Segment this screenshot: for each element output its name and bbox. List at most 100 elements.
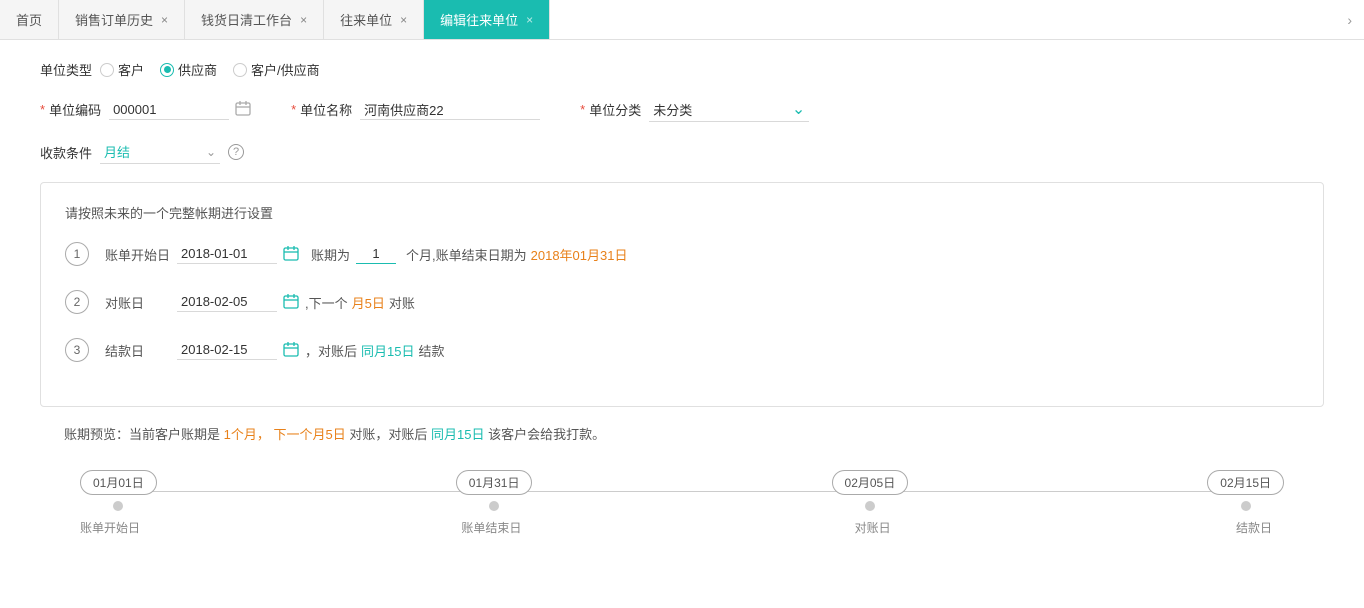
step-1-row: 1 账单开始日 账期为 个月,账单结束日期为 2018年01月31日 xyxy=(65,242,1299,266)
tl-sub-1: 账单结束日 xyxy=(461,519,521,536)
radio-customer-label: 客户 xyxy=(118,60,144,79)
radio-customer-supplier-label: 客户/供应商 xyxy=(251,60,320,79)
tab-sales-history-close[interactable]: × xyxy=(161,13,168,27)
timeline-point-2: 02月05日 xyxy=(832,470,909,511)
preview-middle: 对账，对账后 xyxy=(349,427,427,442)
unit-class-value: 未分类 xyxy=(653,100,788,119)
step-1-period-end: 2018年01月31日 xyxy=(531,245,628,264)
tl-badge-0: 01月01日 xyxy=(80,470,157,495)
payment-terms-row: 收款条件 月结 ⌄ ? xyxy=(40,140,1324,164)
unit-name-star: * xyxy=(291,102,296,117)
step-2-row: 2 对账日 ,下一个 月5日 对账 xyxy=(65,290,1299,314)
tab-cash-work-label: 钱货日清工作台 xyxy=(201,10,292,29)
tab-sales-history-label: 销售订单历史 xyxy=(75,10,153,29)
step-1-period-input[interactable] xyxy=(356,244,396,264)
preview-part2: 下一个月5日 xyxy=(274,427,346,442)
step-3-desc-highlight: 同月15日 xyxy=(361,341,414,360)
radio-supplier-circle xyxy=(160,63,174,77)
step-2-label: 对账日 xyxy=(105,293,177,312)
unit-class-arrow: ⌄ xyxy=(792,99,805,119)
unit-class-dropdown[interactable]: 未分类 ⌄ xyxy=(649,97,809,122)
radio-customer[interactable]: 客户 xyxy=(100,60,144,79)
unit-class-label: 单位分类 xyxy=(589,100,641,119)
timeline-point-3: 02月15日 xyxy=(1207,470,1284,511)
tabs-bar: 首页 销售订单历史 × 钱货日清工作台 × 往来单位 × 编辑往来单位 × › xyxy=(0,0,1364,40)
unit-type-label: 单位类型 xyxy=(40,60,92,79)
unit-name-group: * 单位名称 xyxy=(291,100,540,120)
radio-supplier[interactable]: 供应商 xyxy=(160,60,217,79)
payment-terms-value: 月结 xyxy=(104,142,202,161)
unit-name-label: 单位名称 xyxy=(300,100,352,119)
step-3-desc-suffix: 结款 xyxy=(418,341,444,360)
preview-section: 账期预览：当前客户账期是 1个月， 下一个月5日 对账，对账后 同月15日 该客… xyxy=(40,407,1324,462)
unit-code-star: * xyxy=(40,102,45,117)
tl-sub-0: 账单开始日 xyxy=(80,519,140,536)
tl-sub-3: 结款日 xyxy=(1236,519,1272,536)
unit-name-input[interactable] xyxy=(360,100,540,120)
tl-label-0: 账单开始日 xyxy=(80,519,140,536)
timeline-labels: 账单开始日 账单结束日 对账日 结款日 xyxy=(80,519,1284,536)
preview-suffix: 该客户会给我打款。 xyxy=(488,427,605,442)
unit-code-label: 单位编码 xyxy=(49,100,101,119)
timeline-point-1: 01月31日 xyxy=(456,470,533,511)
tl-label-3: 结款日 xyxy=(1224,519,1284,536)
step-1-num: 1 xyxy=(65,242,89,266)
payment-terms-label: 收款条件 xyxy=(40,143,92,162)
unit-class-star: * xyxy=(580,102,585,117)
tl-dot-1 xyxy=(489,501,499,511)
unit-class-group: * 单位分类 未分类 ⌄ xyxy=(580,97,809,122)
tl-label-1: 账单结束日 xyxy=(461,519,521,536)
timeline-point-0: 01月01日 xyxy=(80,470,157,511)
unit-code-group: * 单位编码 xyxy=(40,100,251,120)
payment-terms-help[interactable]: ? xyxy=(228,144,244,160)
tabs-arrow[interactable]: › xyxy=(1335,12,1364,28)
tl-dot-3 xyxy=(1241,501,1251,511)
tab-sales-history[interactable]: 销售订单历史 × xyxy=(59,0,185,39)
unit-code-icon[interactable] xyxy=(235,100,251,119)
code-name-class-row: * 单位编码 * 单位名称 * 单位分类 未分类 ⌄ xyxy=(40,97,1324,122)
tab-edit-partner[interactable]: 编辑往来单位 × xyxy=(424,0,550,39)
step-3-calendar-icon[interactable] xyxy=(283,341,299,360)
tl-badge-3: 02月15日 xyxy=(1207,470,1284,495)
payment-terms-select[interactable]: 月结 ⌄ xyxy=(100,140,220,164)
tab-cash-work[interactable]: 钱货日清工作台 × xyxy=(185,0,324,39)
page-content: 单位类型 客户 供应商 客户/供应商 * 单位编码 xyxy=(0,40,1364,608)
timeline-section: 01月01日 01月31日 02月05日 02月15日 账单开 xyxy=(40,462,1324,552)
preview-prefix: 账期预览：当前客户账期是 xyxy=(64,427,220,442)
panel-instruction: 请按照未来的一个完整帐期进行设置 xyxy=(65,203,1299,222)
tab-edit-partner-label: 编辑往来单位 xyxy=(440,10,518,29)
step-2-desc-prefix: ,下一个 xyxy=(305,293,348,312)
step-2-desc-highlight: 月5日 xyxy=(352,293,385,312)
tab-cash-work-close[interactable]: × xyxy=(300,13,307,27)
step-3-date-input[interactable] xyxy=(177,340,277,360)
unit-type-row: 单位类型 客户 供应商 客户/供应商 xyxy=(40,60,1324,79)
radio-customer-supplier-circle xyxy=(233,63,247,77)
tl-badge-1: 01月31日 xyxy=(456,470,533,495)
tab-edit-partner-close[interactable]: × xyxy=(526,13,533,27)
step-1-date-input[interactable] xyxy=(177,244,277,264)
step-2-date-input[interactable] xyxy=(177,292,277,312)
step-2-num: 2 xyxy=(65,290,89,314)
preview-part3: 同月15日 xyxy=(431,427,484,442)
step-1-period-text: 账期为 xyxy=(311,245,350,264)
step-1-calendar-icon[interactable] xyxy=(283,245,299,264)
tl-dot-2 xyxy=(865,501,875,511)
tl-dot-0 xyxy=(113,501,123,511)
preview-part1: 1个月， xyxy=(224,427,270,442)
tl-label-2: 对账日 xyxy=(843,519,903,536)
timeline-points: 01月01日 01月31日 02月05日 02月15日 xyxy=(80,470,1284,511)
step-3-row: 3 结款日 ，对账后 同月15日 结款 xyxy=(65,338,1299,362)
timeline-row: 01月01日 01月31日 02月05日 02月15日 xyxy=(80,470,1284,511)
unit-code-input[interactable] xyxy=(109,100,229,120)
tl-sub-2: 对账日 xyxy=(855,519,891,536)
payment-terms-chevron: ⌄ xyxy=(206,145,216,159)
tab-home[interactable]: 首页 xyxy=(0,0,59,39)
tab-partners[interactable]: 往来单位 × xyxy=(324,0,424,39)
tl-badge-2: 02月05日 xyxy=(832,470,909,495)
tab-home-label: 首页 xyxy=(16,10,42,29)
radio-customer-supplier[interactable]: 客户/供应商 xyxy=(233,60,320,79)
step-2-calendar-icon[interactable] xyxy=(283,293,299,312)
tab-partners-close[interactable]: × xyxy=(400,13,407,27)
step-1-period-unit: 个月,账单结束日期为 xyxy=(406,245,527,264)
step-1-label: 账单开始日 xyxy=(105,245,177,264)
